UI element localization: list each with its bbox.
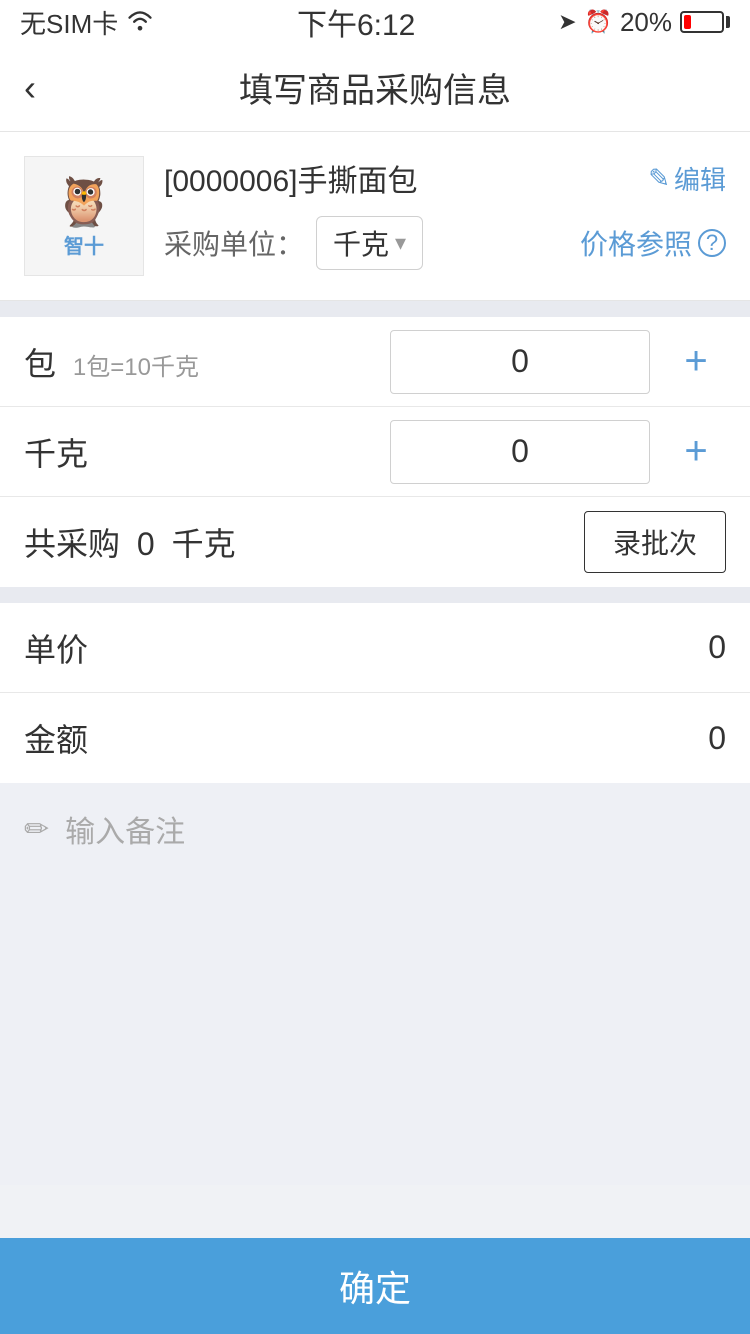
product-info: [0000006]手撕面包 ✎ 编辑 采购单位： 千克 ▾ 价格参照 ?: [164, 156, 726, 270]
product-logo-icon: 🦉: [54, 173, 114, 230]
wifi-icon: [126, 7, 154, 38]
unit-price-label: 单价: [24, 625, 88, 671]
kg-plus-button[interactable]: +: [666, 422, 726, 482]
edit-button[interactable]: ✎ 编辑: [648, 160, 726, 197]
dropdown-arrow-icon: ▾: [395, 230, 406, 256]
status-time: 下午6:12: [297, 0, 415, 44]
status-right: ➤ ⏰ 20%: [558, 7, 730, 38]
back-button[interactable]: ‹: [24, 67, 36, 109]
unit-prefix-label: 采购单位：: [164, 223, 304, 263]
status-bar: 无SIM卡 下午6:12 ➤ ⏰ 20%: [0, 0, 750, 44]
product-name: [0000006]手撕面包: [164, 156, 417, 200]
total-label: 共采购: [24, 526, 120, 562]
alarm-icon: ⏰: [585, 9, 612, 35]
help-icon: ?: [698, 229, 726, 257]
pencil-icon: ✏: [24, 812, 49, 847]
price-ref-button[interactable]: 价格参照 ?: [580, 223, 726, 263]
batch-record-button[interactable]: 录批次: [584, 511, 726, 573]
nav-bar: ‹ 填写商品采购信息: [0, 44, 750, 132]
bottom-space: [0, 875, 750, 1185]
price-ref-label: 价格参照: [580, 223, 692, 263]
kg-quantity-input[interactable]: [390, 420, 650, 484]
total-unit: 千克: [172, 526, 236, 562]
confirm-button[interactable]: 确定: [0, 1238, 750, 1334]
kg-label: 千克: [24, 436, 88, 472]
product-card: 🦉 智十 [0000006]手撕面包 ✎ 编辑 采购单位： 千克 ▾ 价格参照 …: [0, 132, 750, 301]
location-icon: ➤: [558, 9, 576, 35]
amount-label: 金额: [24, 715, 88, 761]
carrier-text: 无SIM卡: [20, 4, 118, 41]
summary-row: 共采购 0 千克 录批次: [0, 497, 750, 587]
status-left: 无SIM卡: [20, 4, 154, 41]
unit-dropdown[interactable]: 千克 ▾: [316, 216, 423, 270]
unit-value: 千克: [333, 223, 389, 263]
amount-value: 0: [708, 720, 726, 757]
total-purchase-text: 共采购 0 千克: [24, 519, 236, 565]
bag-label: 包: [24, 346, 56, 382]
bag-plus-button[interactable]: +: [666, 332, 726, 392]
quantity-input-section: 包 1包=10千克 + 千克 +: [0, 317, 750, 497]
bag-unit-sub: 1包=10千克: [73, 354, 199, 381]
price-section: 单价 0 金额 0: [0, 603, 750, 783]
separator-2: [0, 587, 750, 603]
bag-input-row: 包 1包=10千克 +: [0, 317, 750, 407]
product-image: 🦉 智十: [24, 156, 144, 276]
note-section[interactable]: ✏ 输入备注: [0, 783, 750, 875]
kg-input-row: 千克 +: [0, 407, 750, 497]
battery-icon: [680, 11, 730, 33]
brand-label: 智十: [64, 230, 104, 259]
bag-quantity-input[interactable]: [390, 330, 650, 394]
edit-label: 编辑: [674, 160, 726, 197]
edit-icon: ✎: [648, 163, 670, 194]
unit-price-row: 单价 0: [0, 603, 750, 693]
battery-percentage: 20%: [620, 7, 672, 38]
note-placeholder: 输入备注: [65, 807, 185, 851]
page-title: 填写商品采购信息: [239, 63, 511, 112]
amount-row: 金额 0: [0, 693, 750, 783]
total-value: 0: [137, 526, 155, 562]
unit-price-value: 0: [708, 629, 726, 666]
separator-1: [0, 301, 750, 317]
